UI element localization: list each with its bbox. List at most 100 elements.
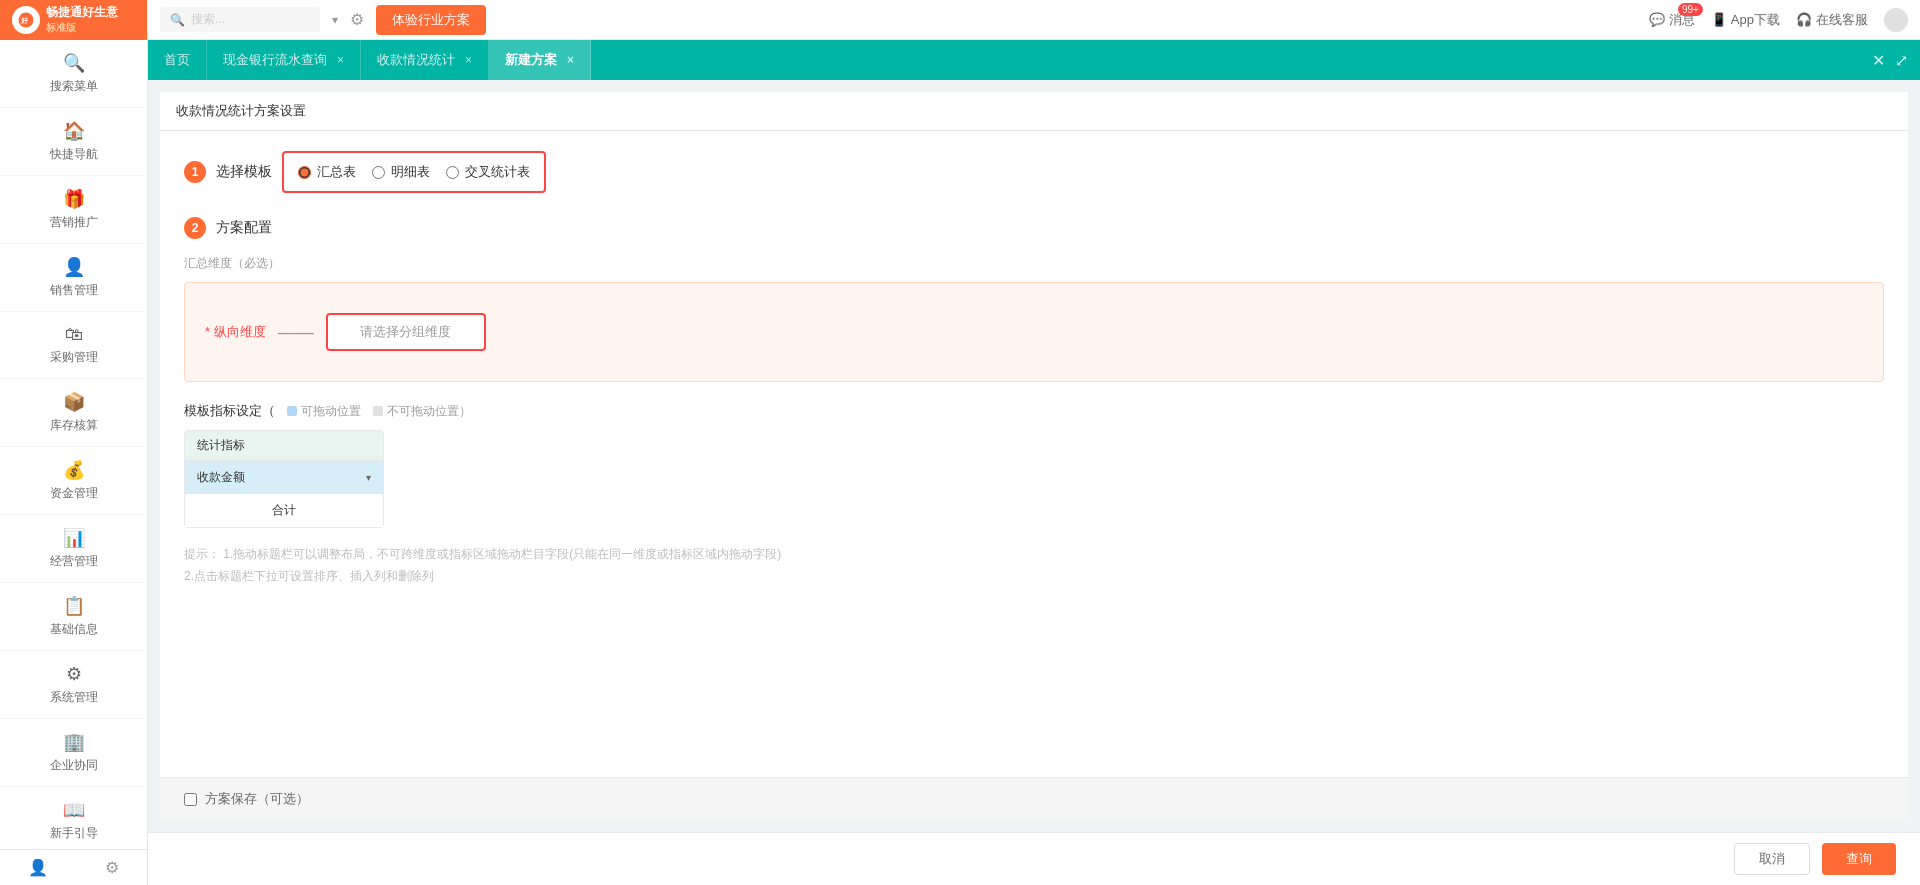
message-item[interactable]: 💬 消息 99+ [1649,11,1695,29]
metrics-section: 模板指标设定（ 可拖动位置 不可拖动位置） 统计指标 [184,402,1884,528]
sidebar-item-label: 采购管理 [50,349,98,366]
support-label: 在线客服 [1816,11,1868,29]
sidebar-menu: 🔍 搜索菜单 🏠 快捷导航 🎁营销推广👤销售管理 🛍 采购管理 📦库存核算💰资金管理 📊 经营管理… [0,40,147,849]
tab-new-scheme-label: 新建方案 [505,51,557,69]
system-icon: ⚙ [66,663,82,685]
metrics-header-row: 模板指标设定（ 可拖动位置 不可拖动位置） [184,402,1884,420]
sidebar-item-label: 基础信息 [50,621,98,638]
search-placeholder: 搜索... [191,11,225,28]
radio-summary[interactable] [298,166,311,179]
message-icon: 💬 [1649,12,1665,27]
sidebar-item-label: 销售管理 [50,282,98,299]
support-icon: 🎧 [1796,12,1812,27]
metrics-stat-header: 统计指标 [185,431,383,461]
dimension-row: * 纵向维度 —— 请选择分组维度 [205,313,486,351]
topbar: 🔍 搜索... ▾ ⚙ 体验行业方案 💬 消息 99+ 📱 App下载 🎧 在线… [148,0,1920,40]
sidebar-item-label: 快捷导航 [50,146,98,163]
trial-button[interactable]: 体验行业方案 [376,5,486,35]
non-draggable-dot [373,406,383,416]
sidebar-item-basic[interactable]: 📋基础信息 [0,583,147,651]
template-cross[interactable]: 交叉统计表 [446,163,530,181]
tab-new-scheme-close[interactable]: × [567,53,574,67]
dimension-select-button[interactable]: 请选择分组维度 [326,313,486,351]
download-label: App下载 [1731,11,1780,29]
legend-non-draggable: 不可拖动位置） [373,403,471,420]
label-summary: 汇总表 [317,163,356,181]
sidebar-item-enterprise[interactable]: 🏢 企业协同 [0,719,147,787]
tab-new-scheme[interactable]: 新建方案 × [489,40,591,80]
search-box[interactable]: 🔍 搜索... [160,7,320,32]
dropdown-icon[interactable]: ▾ [332,13,338,27]
sidebar-item-inventory[interactable]: 📦库存核算 [0,379,147,447]
sidebar-item-label: 营销推广 [50,214,98,231]
tab-bank-label: 现金银行流水查询 [223,51,327,69]
sidebar-item-sales[interactable]: 👤销售管理 [0,244,147,312]
save-checkbox[interactable] [184,793,197,806]
user-name-item[interactable] [1884,8,1908,32]
download-item[interactable]: 📱 App下载 [1711,11,1780,29]
cell-dropdown-icon[interactable]: ▾ [366,472,371,483]
tip-1: 提示： 1.拖动标题栏可以调整布局，不可跨维度或指标区域拖动栏目字段(只能在同一… [184,544,1884,566]
tip-2: 2.点击标题栏下拉可设置排序、插入列和删除列 [184,566,1884,588]
sidebar-item-label: 搜索菜单 [50,78,98,95]
sidebar-item-label: 经营管理 [50,553,98,570]
tabbar: 首页 现金银行流水查询 × 收款情况统计 × 新建方案 × ✕ ⤢ [148,40,1920,80]
label-cross: 交叉统计表 [465,163,530,181]
tab-stats[interactable]: 收款情况统计 × [361,40,489,80]
sidebar-item-guide[interactable]: 📖新手引导 [0,787,147,849]
metrics-cell-amount[interactable]: 收款金额 ▾ [185,461,383,494]
enterprise-icon: 🏢 [63,731,85,753]
breadcrumb: 收款情况统计方案设置 [176,103,306,118]
sidebar-item-operations[interactable]: 📊 经营管理 [0,515,147,583]
step2-header: 2 方案配置 [184,217,1884,239]
tabbar-close-icon[interactable]: ✕ [1872,51,1885,70]
user-avatar [1884,8,1908,32]
template-detail[interactable]: 明细表 [372,163,430,181]
support-item[interactable]: 🎧 在线客服 [1796,11,1868,29]
sidebar-bottom: 👤 ⚙ [0,849,147,885]
query-button[interactable]: 查询 [1822,843,1896,875]
sidebar-item-search[interactable]: 🔍 搜索菜单 [0,40,147,108]
tab-stats-close[interactable]: × [465,53,472,67]
search-icon: 🔍 [170,13,185,27]
template-summary[interactable]: 汇总表 [298,163,356,181]
save-section: 方案保存（可选） [160,777,1908,820]
sidebar-item-system[interactable]: ⚙系统管理 [0,651,147,719]
purchase-icon: 🛍 [65,324,83,345]
dimension-area: * 纵向维度 —— 请选择分组维度 [184,282,1884,382]
metrics-subtotal: 合计 [185,494,383,527]
svg-text:好: 好 [20,17,29,25]
finance-icon: 💰 [63,459,85,481]
tabbar-expand-icon[interactable]: ⤢ [1895,51,1908,70]
step1-section: 1 选择模板 汇总表 明细表 交叉统计表 [184,151,1884,193]
tab-bank-close[interactable]: × [337,53,344,67]
sidebar-item-finance[interactable]: 💰资金管理 [0,447,147,515]
radio-cross[interactable] [446,166,459,179]
quick-nav-icon: 🏠 [63,120,85,142]
sidebar-item-label: 企业协同 [50,757,98,774]
sidebar-bottom-user[interactable]: 👤 [28,858,48,877]
sidebar-item-quick-nav[interactable]: 🏠 快捷导航 [0,108,147,176]
step2-title: 方案配置 [216,219,272,237]
operations-icon: 📊 [63,527,85,549]
step1-title: 选择模板 [216,163,272,181]
vertical-label: * 纵向维度 [205,323,266,341]
step2-section: 2 方案配置 汇总维度（必选） * 纵向维度 —— 请选择分组维度 [184,217,1884,587]
logo-icon: 好 [12,6,40,34]
search-icon: 🔍 [63,52,85,74]
inventory-icon: 📦 [63,391,85,413]
legend-draggable: 可拖动位置 [287,403,361,420]
sidebar-item-label: 新手引导 [50,825,98,842]
tab-home[interactable]: 首页 [148,40,207,80]
sidebar-bottom-settings[interactable]: ⚙ [105,858,119,877]
cancel-button[interactable]: 取消 [1734,843,1810,875]
gear-icon[interactable]: ⚙ [350,10,364,29]
sidebar-item-marketing[interactable]: 🎁营销推广 [0,176,147,244]
tab-bank[interactable]: 现金银行流水查询 × [207,40,361,80]
download-icon: 📱 [1711,12,1727,27]
user-icon: 👤 [28,858,48,877]
radio-detail[interactable] [372,166,385,179]
sidebar-item-purchase[interactable]: 🛍 采购管理 [0,312,147,379]
sidebar-logo: 好 畅捷通好生意 标准版 [0,0,147,40]
tab-home-label: 首页 [164,51,190,69]
